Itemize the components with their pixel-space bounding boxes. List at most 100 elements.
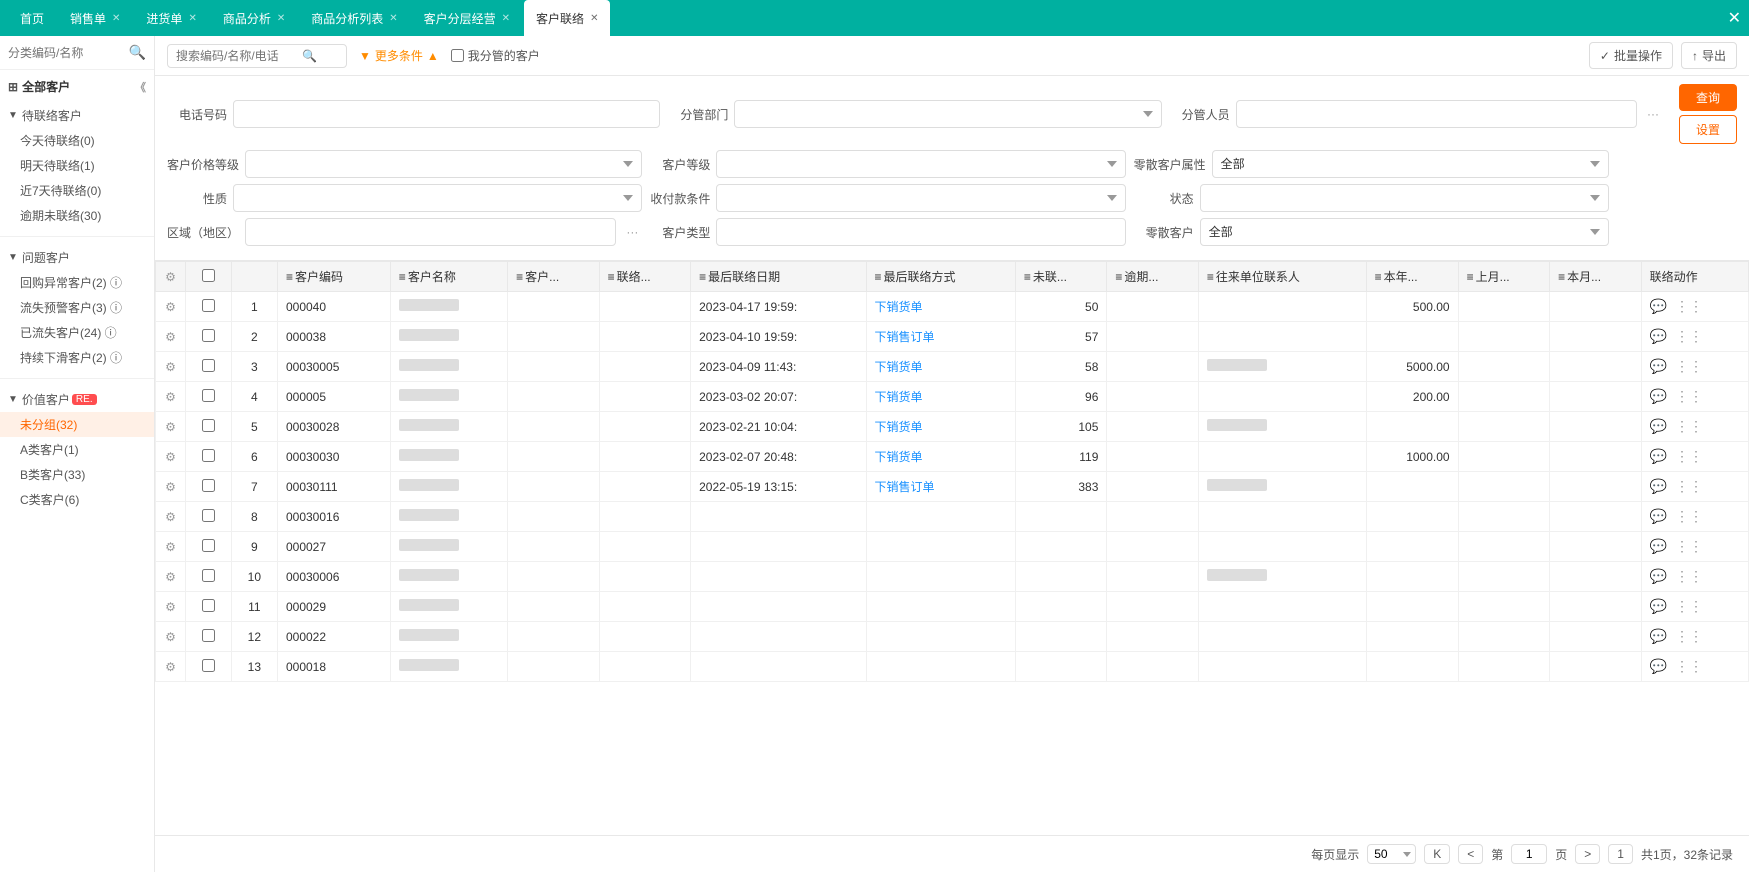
phone-action-icon[interactable]: 💬: [1650, 658, 1667, 675]
sidebar-group-problem-label[interactable]: ▼ 问题客户: [0, 245, 154, 270]
row-gear[interactable]: ⚙: [156, 502, 186, 532]
reset-button[interactable]: 设置: [1679, 115, 1737, 144]
col-this-year[interactable]: ≡ 本年...: [1366, 262, 1458, 292]
more-action-icon[interactable]: ⋮⋮: [1675, 538, 1703, 555]
scattered-select[interactable]: 全部: [1200, 218, 1609, 246]
sidebar-item-a-class[interactable]: A类客户(1): [0, 437, 154, 462]
phone-input[interactable]: [233, 100, 660, 128]
row-select-checkbox[interactable]: [202, 479, 215, 492]
person-input[interactable]: [1236, 100, 1637, 128]
row-select-checkbox[interactable]: [202, 569, 215, 582]
tab-analysis-close[interactable]: ✕: [277, 13, 285, 24]
col-name[interactable]: ≡ 客户名称: [390, 262, 507, 292]
row-select-checkbox[interactable]: [202, 599, 215, 612]
tab-customer-contact[interactable]: 客户联络 ✕: [524, 0, 610, 36]
more-action-icon[interactable]: ⋮⋮: [1675, 358, 1703, 375]
my-customers-filter[interactable]: 我分管的客户: [451, 47, 540, 64]
row-select-checkbox[interactable]: [202, 419, 215, 432]
sidebar-item-overdue[interactable]: 逾期未联络(30): [0, 203, 154, 228]
sidebar-item-declining[interactable]: 持续下滑客户(2) ⓘ: [0, 345, 154, 370]
row-select-checkbox[interactable]: [202, 359, 215, 372]
status-select[interactable]: [1200, 184, 1609, 212]
row-select-checkbox[interactable]: [202, 299, 215, 312]
contact-way-link[interactable]: 下销货单: [875, 390, 923, 404]
sidebar-item-abnormal[interactable]: 回购异常客户(2) ⓘ: [0, 270, 154, 295]
more-action-icon[interactable]: ⋮⋮: [1675, 418, 1703, 435]
row-select-checkbox[interactable]: [202, 509, 215, 522]
row-gear[interactable]: ⚙: [156, 442, 186, 472]
tab-purchase[interactable]: 进货单 ✕: [134, 0, 208, 36]
sidebar-item-churn[interactable]: 流失预警客户(3) ⓘ: [0, 295, 154, 320]
tab-customer-segment[interactable]: 客户分层经营 ✕: [412, 0, 522, 36]
row-gear[interactable]: ⚙: [156, 562, 186, 592]
phone-action-icon[interactable]: 💬: [1650, 568, 1667, 585]
last-page-btn[interactable]: 1: [1608, 844, 1633, 864]
tab-purchase-close[interactable]: ✕: [188, 13, 196, 24]
my-customers-checkbox[interactable]: [451, 49, 464, 62]
col-gear[interactable]: ⚙: [156, 262, 186, 292]
col-type[interactable]: ≡ 客户...: [508, 262, 599, 292]
phone-action-icon[interactable]: 💬: [1650, 388, 1667, 405]
tab-analysis-list[interactable]: 商品分析列表 ✕: [299, 0, 409, 36]
phone-action-icon[interactable]: 💬: [1650, 598, 1667, 615]
row-gear[interactable]: ⚙: [156, 412, 186, 442]
row-gear[interactable]: ⚙: [156, 352, 186, 382]
col-code[interactable]: ≡ 客户编码: [277, 262, 390, 292]
more-action-icon[interactable]: ⋮⋮: [1675, 478, 1703, 495]
col-overdue[interactable]: ≡ 逾期...: [1107, 262, 1198, 292]
row-select-checkbox[interactable]: [202, 539, 215, 552]
nature-select[interactable]: [233, 184, 642, 212]
col-contact[interactable]: ≡ 联络...: [599, 262, 690, 292]
col-last-contact-date[interactable]: ≡ 最后联络日期: [691, 262, 866, 292]
row-select-checkbox[interactable]: [202, 389, 215, 402]
per-page-select[interactable]: 50 100 200: [1367, 844, 1416, 864]
more-action-icon[interactable]: ⋮⋮: [1675, 448, 1703, 465]
select-all-checkbox[interactable]: [202, 269, 215, 282]
phone-action-icon[interactable]: 💬: [1650, 358, 1667, 375]
row-select-checkbox[interactable]: [202, 449, 215, 462]
sidebar-item-b-class[interactable]: B类客户(33): [0, 462, 154, 487]
sidebar-search-input[interactable]: [8, 46, 129, 60]
more-action-icon[interactable]: ⋮⋮: [1675, 628, 1703, 645]
page-input[interactable]: [1511, 844, 1547, 864]
contact-way-link[interactable]: 下销货单: [875, 450, 923, 464]
filter-search-icon[interactable]: 🔍: [302, 49, 317, 63]
region-input[interactable]: [245, 218, 616, 246]
prev-page-btn[interactable]: <: [1458, 844, 1483, 864]
row-gear[interactable]: ⚙: [156, 322, 186, 352]
tab-customer-segment-close[interactable]: ✕: [502, 13, 510, 24]
tab-sales-close[interactable]: ✕: [112, 13, 120, 24]
tab-analysis[interactable]: 商品分析 ✕: [211, 0, 297, 36]
sidebar-item-today[interactable]: 今天待联络(0): [0, 128, 154, 153]
row-gear[interactable]: ⚙: [156, 622, 186, 652]
row-gear[interactable]: ⚙: [156, 472, 186, 502]
customer-level-select[interactable]: [716, 150, 1125, 178]
row-gear[interactable]: ⚙: [156, 652, 186, 682]
tab-analysis-list-close[interactable]: ✕: [389, 13, 397, 24]
col-unit-contact[interactable]: ≡ 往来单位联系人: [1198, 262, 1366, 292]
row-gear[interactable]: ⚙: [156, 292, 186, 322]
sidebar-group-value-label[interactable]: ▼ 价值客户 RE.: [0, 387, 154, 412]
filter-search-input[interactable]: [176, 49, 296, 63]
more-action-icon[interactable]: ⋮⋮: [1675, 298, 1703, 315]
region-ellipsis[interactable]: ···: [622, 225, 642, 239]
sidebar-item-c-class[interactable]: C类客户(6): [0, 487, 154, 512]
batch-operation-button[interactable]: ✓ 批量操作: [1589, 42, 1673, 69]
more-action-icon[interactable]: ⋮⋮: [1675, 508, 1703, 525]
sidebar-item-near7[interactable]: 近7天待联络(0): [0, 178, 154, 203]
contact-way-link[interactable]: 下销售订单: [875, 480, 935, 494]
contact-way-link[interactable]: 下销货单: [875, 360, 923, 374]
more-action-icon[interactable]: ⋮⋮: [1675, 658, 1703, 675]
row-select-checkbox[interactable]: [202, 329, 215, 342]
phone-action-icon[interactable]: 💬: [1650, 298, 1667, 315]
sidebar-item-tomorrow[interactable]: 明天待联络(1): [0, 153, 154, 178]
col-no-contact[interactable]: ≡ 未联...: [1015, 262, 1106, 292]
sidebar-all-customers[interactable]: ⊞ 全部客户 《: [0, 70, 154, 99]
tab-home[interactable]: 首页: [8, 0, 56, 36]
window-close-button[interactable]: ✕: [1728, 8, 1741, 28]
more-action-icon[interactable]: ⋮⋮: [1675, 568, 1703, 585]
phone-action-icon[interactable]: 💬: [1650, 328, 1667, 345]
sidebar-item-ungroup[interactable]: 未分组(32): [0, 412, 154, 437]
tab-customer-contact-close[interactable]: ✕: [590, 13, 598, 24]
more-action-icon[interactable]: ⋮⋮: [1675, 328, 1703, 345]
